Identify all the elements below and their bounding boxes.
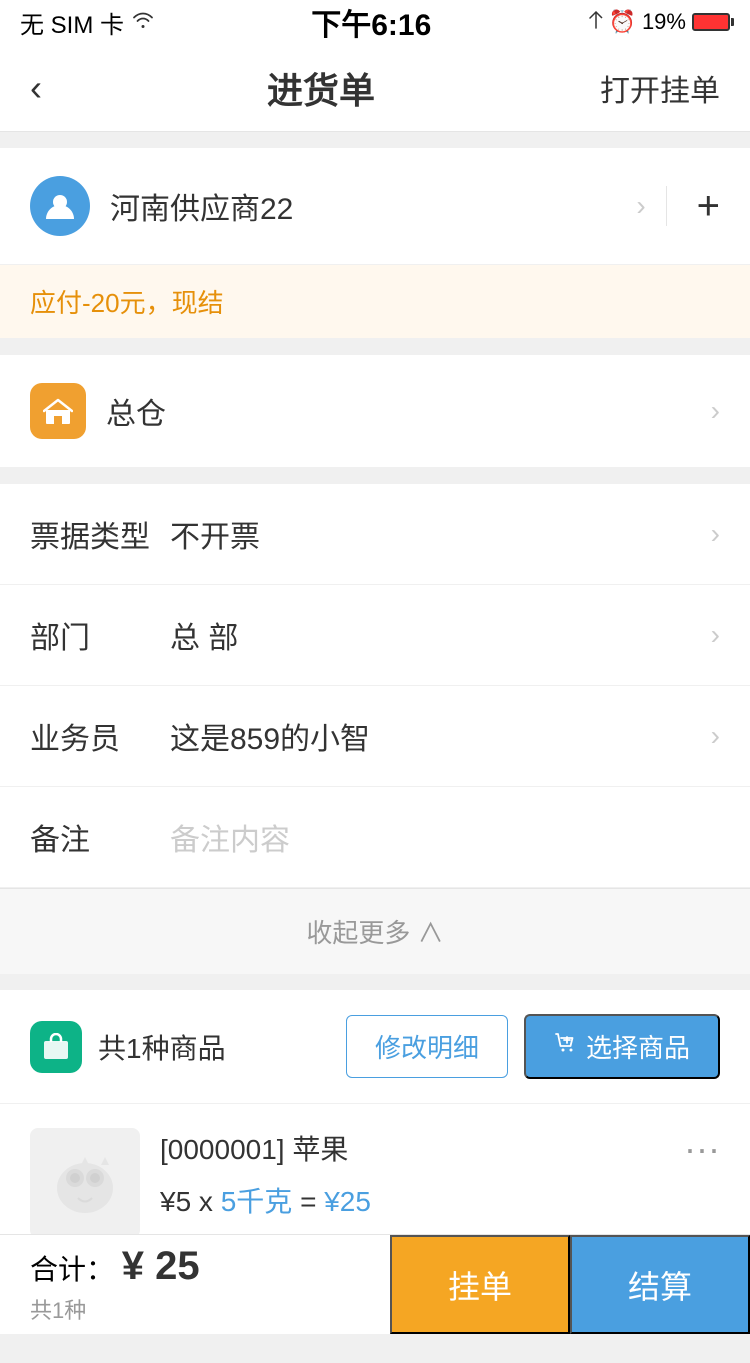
supplier-chevron-icon [636, 190, 645, 222]
edit-detail-button[interactable]: 修改明细 [346, 1015, 508, 1078]
status-bar: 无 SIM 卡 下午6:16 ⏰ 19% [0, 0, 750, 44]
gap-3 [0, 468, 750, 484]
supplier-section: 河南供应商22 + 应付-20元，现结 [0, 148, 750, 339]
product-price: ¥5 x 5千克 = ¥25 [160, 1180, 674, 1220]
battery-icon [692, 13, 730, 31]
product-qty: 5千克 [221, 1186, 293, 1217]
bottom-bar: 合计： ¥ 25 共1种 挂单 结算 [0, 1234, 750, 1334]
sales-chevron-icon [711, 720, 720, 752]
location-icon [589, 9, 603, 35]
supplier-avatar [30, 176, 90, 236]
time-label: 下午6:16 [311, 0, 431, 44]
products-count: 共1种商品 [98, 1027, 346, 1067]
collapse-button[interactable]: 收起更多 ∧ [0, 888, 750, 974]
gap-2 [0, 339, 750, 355]
wifi-icon [132, 8, 154, 36]
warehouse-row[interactable]: 总仓 [0, 355, 750, 468]
select-product-label: 选择商品 [586, 1028, 690, 1065]
warehouse-section[interactable]: 总仓 [0, 355, 750, 468]
select-product-button[interactable]: 选择商品 [524, 1014, 720, 1079]
remark-input[interactable]: 备注内容 [170, 815, 720, 859]
invoice-row[interactable]: 票据类型 不开票 [0, 484, 750, 585]
product-info: [0000001] 苹果 ¥5 x 5千克 = ¥25 [160, 1128, 674, 1220]
form-section: 票据类型 不开票 部门 总 部 业务员 这是859的小智 备注 备注内容 收起更… [0, 484, 750, 974]
status-right: ⏰ 19% [589, 9, 730, 35]
alarm-icon: ⏰ [609, 9, 636, 35]
sales-row[interactable]: 业务员 这是859的小智 [0, 686, 750, 787]
dept-chevron-icon [711, 619, 720, 651]
total-section: 合计： ¥ 25 共1种 [0, 1235, 390, 1334]
unit-price: ¥5 [160, 1186, 191, 1217]
dept-row[interactable]: 部门 总 部 [0, 585, 750, 686]
supplier-row[interactable]: 河南供应商22 + [0, 148, 750, 265]
notice-text: 应付-20元，现结 [30, 288, 224, 318]
total-amount: ¥ 25 [122, 1244, 200, 1288]
back-button[interactable]: ‹ [30, 67, 42, 109]
battery-percent: 19% [642, 9, 686, 35]
checkout-button[interactable]: 结算 [570, 1235, 750, 1334]
product-thumbnail [30, 1128, 140, 1238]
dept-label: 部门 [30, 613, 170, 657]
warehouse-icon [30, 383, 86, 439]
gap-4 [0, 974, 750, 990]
remark-row[interactable]: 备注 备注内容 [0, 787, 750, 888]
remark-label: 备注 [30, 815, 170, 859]
invoice-value: 不开票 [170, 512, 711, 556]
products-icon [30, 1021, 82, 1073]
invoice-label: 票据类型 [30, 512, 170, 556]
products-section: 共1种商品 修改明细 选择商品 [0, 990, 750, 1263]
warehouse-value: 总仓 [106, 389, 711, 433]
product-code: [0000001] [160, 1134, 285, 1165]
total-row: 合计： ¥ 25 [30, 1244, 360, 1289]
product-total: ¥25 [324, 1186, 371, 1217]
status-left: 无 SIM 卡 [20, 5, 154, 40]
open-suspend-button[interactable]: 打开挂单 [600, 66, 720, 110]
nav-bar: ‹ 进货单 打开挂单 [0, 44, 750, 132]
products-header: 共1种商品 修改明细 选择商品 [0, 990, 750, 1104]
notice-bar: 应付-20元，现结 [0, 265, 750, 339]
total-label: 合计： [30, 1254, 114, 1285]
sales-label: 业务员 [30, 714, 170, 758]
cart-icon [554, 1031, 578, 1062]
product-name: [0000001] 苹果 [160, 1128, 674, 1168]
product-more-button[interactable]: ··· [674, 1128, 720, 1170]
carrier-label: 无 SIM 卡 [20, 5, 124, 40]
sales-value: 这是859的小智 [170, 714, 711, 758]
page-title: 进货单 [267, 62, 375, 114]
add-supplier-button[interactable]: + [666, 186, 720, 226]
dept-value: 总 部 [170, 613, 711, 657]
suspend-button[interactable]: 挂单 [390, 1235, 570, 1334]
collapse-label: 收起更多 ∧ [306, 913, 443, 950]
total-count: 共1种 [30, 1293, 360, 1325]
supplier-name: 河南供应商22 [110, 184, 636, 228]
invoice-chevron-icon [711, 518, 720, 550]
product-title: 苹果 [292, 1134, 348, 1165]
warehouse-chevron-icon [711, 395, 720, 427]
gap-1 [0, 132, 750, 148]
